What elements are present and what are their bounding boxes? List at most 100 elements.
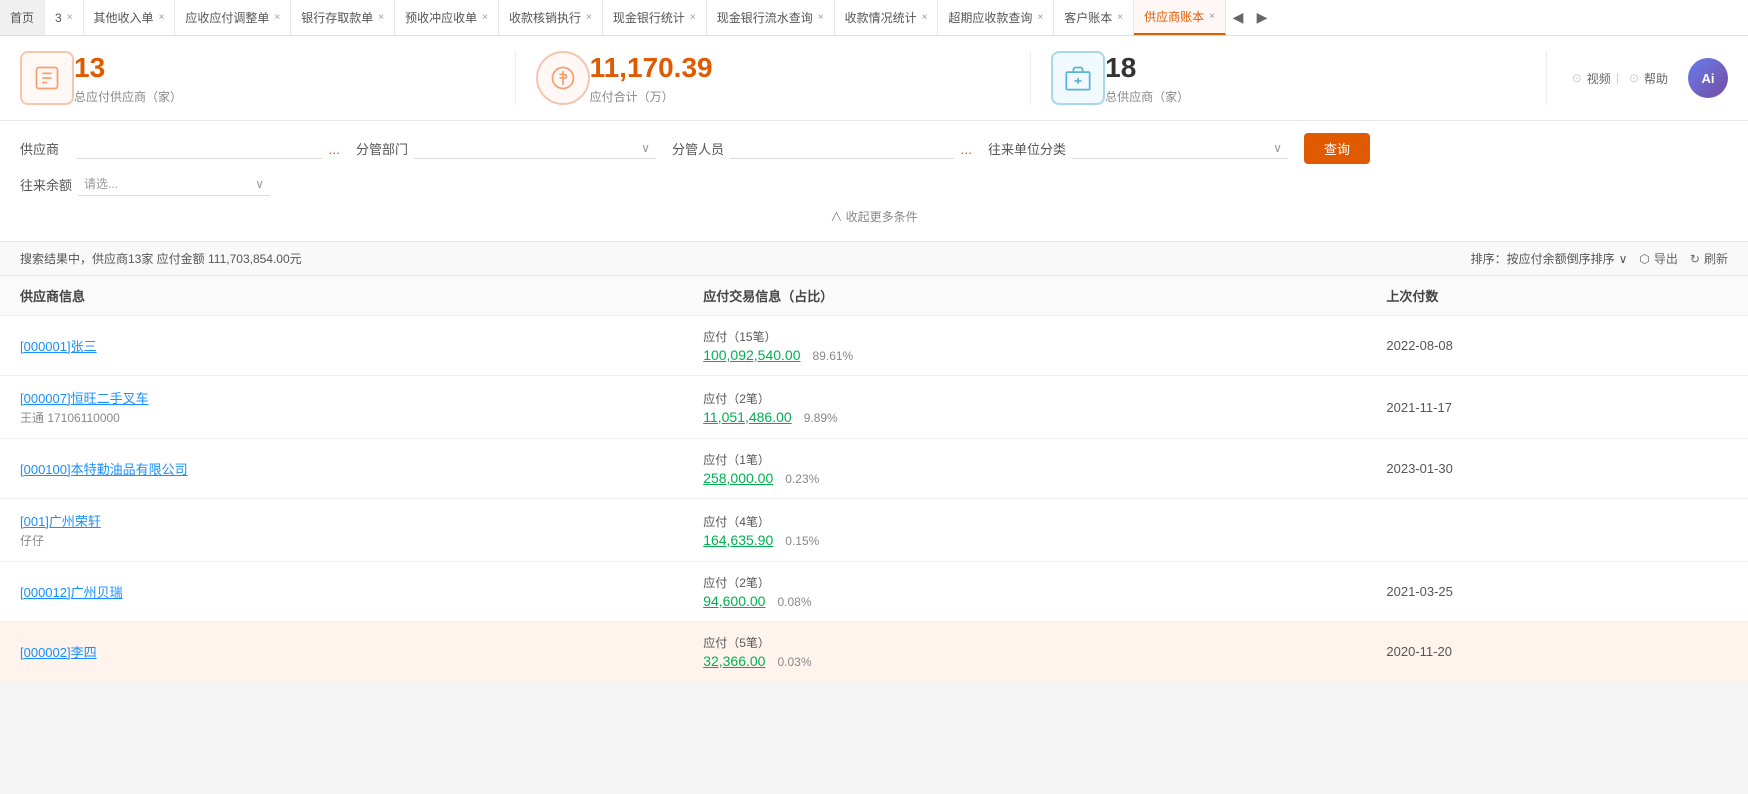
filter-area: 供应商 ... 分管部门 ∨ 分管人员 ... 往来单位分类 ∨ 查询: [0, 121, 1748, 242]
last-pay-cell: 2021-03-25: [1386, 584, 1728, 599]
tx-amount[interactable]: 164,635.90: [703, 532, 773, 548]
table-row: [000100]本特勤油品有限公司 应付（1笔） 258,000.00 0.23…: [0, 439, 1748, 499]
close-icon[interactable]: ×: [1117, 12, 1123, 23]
nav-tab-collection[interactable]: 收款核销执行 ×: [499, 0, 603, 35]
nav-tab-advance-label: 预收冲应收单: [405, 9, 477, 26]
tx-amount[interactable]: 100,092,540.00: [703, 347, 800, 363]
person-dots-icon[interactable]: ...: [960, 141, 972, 157]
close-icon[interactable]: ×: [690, 12, 696, 23]
tx-amount[interactable]: 32,366.00: [703, 653, 765, 669]
summary-total-payable-text: 11,170.39 应付合计（万）: [590, 52, 713, 105]
results-actions: 排序：按应付余额倒序排序 ∨ ⬡ 导出 ↻ 刷新: [1471, 250, 1728, 267]
header-links: ⊙ 视频 | ⊙ 帮助 Ai: [1547, 58, 1728, 98]
table-row: [000001]张三 应付（15笔） 100,092,540.00 89.61%…: [0, 316, 1748, 376]
nav-next-button[interactable]: ▶: [1250, 0, 1274, 36]
nav-tab-overdue[interactable]: 超期应收款查询 ×: [938, 0, 1054, 35]
supplier-link[interactable]: [000012]广州贝瑞: [20, 582, 703, 601]
category-select[interactable]: ∨: [1072, 138, 1288, 159]
nav-tab-cash-flow[interactable]: 现金银行流水查询 ×: [707, 0, 835, 35]
close-icon[interactable]: ×: [67, 12, 73, 23]
total-payable-label: 应付合计（万）: [590, 88, 713, 105]
summary-bar: 13 总应付供应商（家） 11,170.39 应付合计（万） 18: [0, 36, 1748, 121]
nav-tab-bank[interactable]: 银行存取款单 ×: [291, 0, 395, 35]
filter-row-1: 供应商 ... 分管部门 ∨ 分管人员 ... 往来单位分类 ∨ 查询: [20, 133, 1728, 164]
circle-icon2: ⊙: [1629, 71, 1639, 85]
video-link[interactable]: 视频: [1587, 70, 1611, 87]
chevron-down-icon2: ∨: [1273, 141, 1282, 155]
close-icon[interactable]: ×: [159, 12, 165, 23]
person-input[interactable]: [730, 138, 954, 159]
dept-select[interactable]: ∨: [414, 138, 656, 159]
nav-tab-3-label: 3: [55, 11, 62, 25]
export-button[interactable]: ⬡ 导出: [1639, 250, 1678, 267]
supplier-link[interactable]: [000100]本特勤油品有限公司: [20, 459, 703, 478]
query-button[interactable]: 查询: [1304, 133, 1370, 164]
filter-person: 分管人员 ...: [672, 138, 972, 159]
tx-amount[interactable]: 258,000.00: [703, 470, 773, 486]
close-icon[interactable]: ×: [274, 12, 280, 23]
close-icon[interactable]: ×: [482, 12, 488, 23]
ai-button[interactable]: Ai: [1688, 58, 1728, 98]
tx-label: 应付（15笔）: [703, 328, 1386, 345]
supplier-link[interactable]: [000001]张三: [20, 336, 703, 355]
tx-amount[interactable]: 94,600.00: [703, 593, 765, 609]
tx-info-cell: 应付（15笔） 100,092,540.00 89.61%: [703, 328, 1386, 363]
balance-select[interactable]: 请选... ∨: [78, 172, 270, 196]
supplier-input[interactable]: [76, 138, 322, 159]
chevron-down-icon3: ∨: [255, 177, 264, 191]
summary-payable-suppliers: 13 总应付供应商（家）: [20, 51, 516, 105]
dept-filter-label: 分管部门: [356, 139, 408, 158]
col-header-lastpay: 上次付数: [1386, 286, 1728, 305]
shop-icon: [1051, 51, 1105, 105]
col-header-supplier: 供应商信息: [20, 286, 703, 305]
table-header: 供应商信息 应付交易信息（占比） 上次付数: [0, 276, 1748, 316]
sort-select[interactable]: 排序：按应付余额倒序排序 ∨: [1471, 250, 1628, 267]
close-icon[interactable]: ×: [378, 12, 384, 23]
close-icon[interactable]: ×: [586, 12, 592, 23]
supplier-info-cell: [000002]李四: [20, 642, 703, 661]
supplier-link[interactable]: [001]广州荣轩: [20, 511, 703, 530]
close-icon[interactable]: ×: [1037, 12, 1043, 23]
money-icon: [536, 51, 590, 105]
nav-tab-adjustment-label: 应收应付调整单: [185, 9, 269, 26]
tx-percent: 89.61%: [813, 349, 854, 363]
supplier-dots-icon[interactable]: ...: [328, 141, 340, 157]
nav-tab-adjustment[interactable]: 应收应付调整单 ×: [175, 0, 291, 35]
nav-tab-cash-stat[interactable]: 现金银行统计 ×: [603, 0, 707, 35]
tx-info-cell: 应付（2笔） 11,051,486.00 9.89%: [703, 390, 1386, 425]
summary-total-suppliers-text: 18 总供应商（家）: [1105, 52, 1189, 105]
supplier-link[interactable]: [000007]恒旺二手叉车: [20, 388, 703, 407]
tx-percent: 0.23%: [785, 472, 819, 486]
nav-tab-3[interactable]: 3 ×: [45, 0, 84, 35]
tx-amount[interactable]: 11,051,486.00: [703, 409, 792, 425]
close-icon[interactable]: ×: [922, 12, 928, 23]
supplier-info-cell: [000100]本特勤油品有限公司: [20, 459, 703, 478]
balance-filter-label: 往来余额: [20, 175, 72, 194]
supplier-link[interactable]: [000002]李四: [20, 642, 703, 661]
tx-percent: 9.89%: [804, 411, 838, 425]
close-icon[interactable]: ×: [818, 12, 824, 23]
collapse-bar[interactable]: ∧ 收起更多条件: [20, 204, 1728, 229]
help-link[interactable]: 帮助: [1644, 70, 1668, 87]
nav-tab-collection-stat[interactable]: 收款情况统计 ×: [835, 0, 939, 35]
nav-tab-supplier-ledger[interactable]: 供应商账本 ×: [1134, 0, 1226, 35]
nav-tab-other-income[interactable]: 其他收入单 ×: [84, 0, 176, 35]
tx-percent: 0.03%: [777, 655, 811, 669]
circle-icon: ⊙: [1572, 71, 1582, 85]
tx-info-cell: 应付（1笔） 258,000.00 0.23%: [703, 451, 1386, 486]
tx-label: 应付（4笔）: [703, 513, 1386, 530]
nav-tab-cash-stat-label: 现金银行统计: [613, 9, 685, 26]
chevron-down-icon: ∨: [641, 141, 650, 155]
nav-tab-home[interactable]: 首页: [0, 0, 45, 35]
supplier-sub: 仔仔: [20, 532, 703, 549]
tx-info-cell: 应付（2笔） 94,600.00 0.08%: [703, 574, 1386, 609]
nav-tab-cash-flow-label: 现金银行流水查询: [717, 9, 813, 26]
close-icon[interactable]: ×: [1209, 11, 1215, 22]
nav-prev-button[interactable]: ◀: [1226, 0, 1250, 36]
top-navigation: 首页 3 × 其他收入单 × 应收应付调整单 × 银行存取款单 × 预收冲应收单…: [0, 0, 1748, 36]
refresh-button[interactable]: ↻ 刷新: [1690, 250, 1728, 267]
tx-percent: 0.08%: [777, 595, 811, 609]
nav-tab-customer-ledger[interactable]: 客户账本 ×: [1054, 0, 1134, 35]
nav-tab-advance[interactable]: 预收冲应收单 ×: [395, 0, 499, 35]
category-filter-label: 往来单位分类: [988, 139, 1066, 158]
